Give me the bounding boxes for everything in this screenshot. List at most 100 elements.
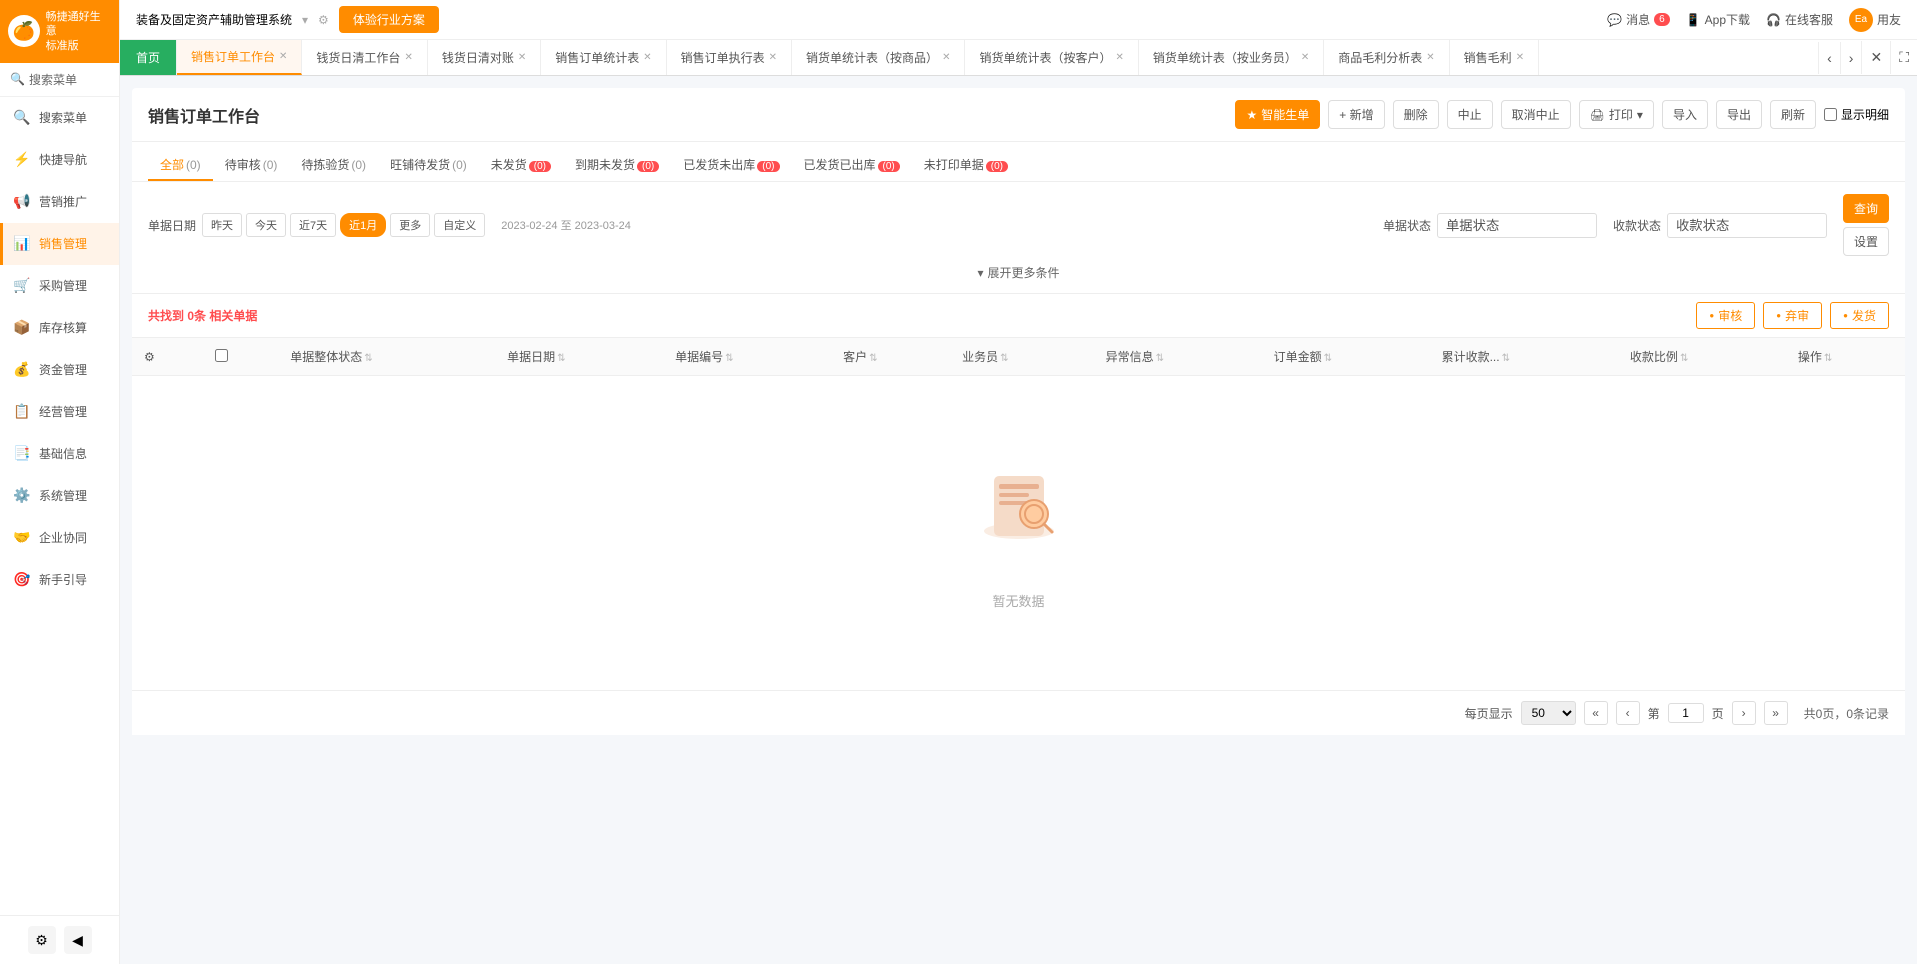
tab-fullscreen-button[interactable]: ⛶ <box>1890 41 1917 74</box>
tab-cash-reconcile[interactable]: 钱货日清对账✕ <box>428 40 541 75</box>
tab-close-icon[interactable]: ✕ <box>279 51 287 62</box>
tab-prev-button[interactable]: ‹ <box>1818 42 1840 74</box>
audit-button[interactable]: 审核 <box>1696 302 1755 329</box>
filter-tab-pending-review[interactable]: 待审核(0) <box>213 150 290 181</box>
abort-button[interactable]: 中止 <box>1447 100 1493 129</box>
sort-icon[interactable]: ⇅ <box>725 353 733 364</box>
date-btn-今天[interactable]: 今天 <box>246 213 286 237</box>
date-btn-近1月[interactable]: 近1月 <box>340 213 386 237</box>
date-btn-更多[interactable]: 更多 <box>390 213 430 237</box>
settings-col-icon[interactable]: ⚙ <box>144 350 155 364</box>
filter-tab-overdue-not-shipped[interactable]: 到期未发货(0) <box>563 150 671 181</box>
sidebar-item-quick-nav[interactable]: ⚡快捷导航 <box>0 139 119 181</box>
tab-sales-stats[interactable]: 销售订单统计表✕ <box>541 40 666 75</box>
message-button[interactable]: 💬 消息 6 <box>1607 11 1670 28</box>
date-btn-自定义[interactable]: 自定义 <box>434 213 485 237</box>
tab-close-icon[interactable]: ✕ <box>769 52 777 63</box>
filter-tab-wangpu-pending[interactable]: 旺铺待发货(0) <box>378 150 479 181</box>
sort-icon[interactable]: ⇅ <box>869 353 877 364</box>
tab-close-icon[interactable]: ✕ <box>643 52 651 63</box>
tab-cashier[interactable]: 钱货日清工作台✕ <box>302 40 427 75</box>
sidebar-item-guide[interactable]: 🎯新手引导 <box>0 559 119 601</box>
import-button[interactable]: 导入 <box>1662 100 1708 129</box>
unaudit-button[interactable]: 弃审 <box>1763 302 1822 329</box>
settings-icon[interactable]: ⚙ <box>318 13 329 27</box>
sidebar-search-item[interactable]: 🔍 搜索菜单 <box>0 63 119 97</box>
page-input[interactable] <box>1668 703 1704 723</box>
tab-close-icon[interactable]: ✕ <box>518 52 526 63</box>
tab-sales-workbench[interactable]: 销售订单工作台✕ <box>177 40 302 75</box>
filter-tab-shipped-out[interactable]: 已发货已出库(0) <box>792 150 912 181</box>
tab-close-icon[interactable]: ✕ <box>1301 52 1309 63</box>
sidebar-item-search[interactable]: 🔍搜索菜单 <box>0 97 119 139</box>
date-btn-近7天[interactable]: 近7天 <box>290 213 336 237</box>
sidebar-item-purchase[interactable]: 🛒采购管理 <box>0 265 119 307</box>
tab-close-icon[interactable]: ✕ <box>404 52 412 63</box>
tab-sales-exec[interactable]: 销售订单执行表✕ <box>667 40 792 75</box>
per-page-select[interactable]: 102050100 <box>1521 701 1576 725</box>
next-page-button[interactable]: › <box>1732 701 1756 725</box>
filter-tab-not-shipped[interactable]: 未发货(0) <box>479 150 563 181</box>
search-button[interactable]: 查询 <box>1843 194 1889 223</box>
sort-icon[interactable]: ⇅ <box>364 353 372 364</box>
sidebar-item-operations[interactable]: 📋经营管理 <box>0 391 119 433</box>
sidebar-item-inventory[interactable]: 📦库存核算 <box>0 307 119 349</box>
filter-tab-not-printed[interactable]: 未打印单据(0) <box>912 150 1020 181</box>
sidebar-item-enterprise[interactable]: 🤝企业协同 <box>0 517 119 559</box>
filter-tab-shipped-not-out[interactable]: 已发货未出库(0) <box>671 150 791 181</box>
filter-tab-all[interactable]: 全部(0) <box>148 150 213 181</box>
sidebar-item-marketing[interactable]: 📢营销推广 <box>0 181 119 223</box>
refresh-button[interactable]: 刷新 <box>1770 100 1816 129</box>
export-button[interactable]: 导出 <box>1716 100 1762 129</box>
filter-tab-count: (0) <box>351 158 366 172</box>
sidebar-item-base-info[interactable]: 📑基础信息 <box>0 433 119 475</box>
tab-sales-by-staff[interactable]: 销货单统计表（按业务员）✕ <box>1139 40 1324 75</box>
sort-icon[interactable]: ⇅ <box>1324 353 1332 364</box>
expand-filters-button[interactable]: ▾ 展开更多条件 <box>148 264 1889 281</box>
tab-close-all-button[interactable]: ✕ <box>1861 41 1890 74</box>
tab-close-icon[interactable]: ✕ <box>1516 52 1524 63</box>
prev-page-button[interactable]: ‹ <box>1616 701 1640 725</box>
select-all-checkbox[interactable] <box>215 349 228 362</box>
settings-button[interactable]: ⚙ <box>28 926 56 954</box>
tab-sales-by-customer[interactable]: 销货单统计表（按客户）✕ <box>965 40 1138 75</box>
last-page-button[interactable]: » <box>1764 701 1788 725</box>
sidebar-item-system[interactable]: ⚙️系统管理 <box>0 475 119 517</box>
sidebar-item-finance[interactable]: 💰资金管理 <box>0 349 119 391</box>
industry-plan-button[interactable]: 体验行业方案 <box>339 6 439 33</box>
tab-product-profit[interactable]: 商品毛利分析表✕ <box>1324 40 1449 75</box>
tab-sales-profit[interactable]: 销售毛利✕ <box>1450 40 1539 75</box>
collapse-button[interactable]: ◀ <box>64 926 92 954</box>
delete-button[interactable]: 删除 <box>1393 100 1439 129</box>
sort-icon[interactable]: ⇅ <box>557 353 565 364</box>
sort-icon[interactable]: ⇅ <box>1680 353 1688 364</box>
app-download-button[interactable]: 📱 App下载 <box>1686 11 1750 28</box>
online-service-button[interactable]: 🎧 在线客服 <box>1766 11 1833 28</box>
ship-button[interactable]: 发货 <box>1830 302 1889 329</box>
status-select[interactable]: 单据状态 <box>1437 213 1597 238</box>
dropdown-icon[interactable]: ▾ <box>302 13 308 27</box>
first-page-button[interactable]: « <box>1584 701 1608 725</box>
tab-next-button[interactable]: › <box>1840 42 1862 74</box>
cancel-abort-button[interactable]: 取消中止 <box>1501 100 1571 129</box>
sidebar-item-sales[interactable]: 📊销售管理 <box>0 223 119 265</box>
date-btn-昨天[interactable]: 昨天 <box>202 213 242 237</box>
sort-icon[interactable]: ⇅ <box>1824 353 1832 364</box>
print-button[interactable]: 🖨 打印 ▾ <box>1579 100 1654 129</box>
tab-sales-by-product[interactable]: 销货单统计表（按商品）✕ <box>792 40 965 75</box>
sort-icon[interactable]: ⇅ <box>1000 353 1008 364</box>
show-detail-checkbox-label[interactable]: 显示明细 <box>1824 106 1889 123</box>
tab-close-icon[interactable]: ✕ <box>1115 52 1123 63</box>
sort-icon[interactable]: ⇅ <box>1502 353 1510 364</box>
tab-close-icon[interactable]: ✕ <box>942 52 950 63</box>
show-detail-checkbox[interactable] <box>1824 108 1837 121</box>
tab-home[interactable]: 首页 <box>120 40 177 75</box>
filter-tab-pending-inspect[interactable]: 待拣验货(0) <box>289 150 378 181</box>
payment-select[interactable]: 收款状态 <box>1667 213 1827 238</box>
sort-icon[interactable]: ⇅ <box>1156 353 1164 364</box>
filter-settings-button[interactable]: 设置 <box>1843 227 1889 256</box>
smart-create-button[interactable]: ★ 智能生单 <box>1235 100 1320 129</box>
tab-close-icon[interactable]: ✕ <box>1426 52 1434 63</box>
add-button[interactable]: + 新增 <box>1328 100 1384 129</box>
user-menu[interactable]: Ea 用友 <box>1849 8 1901 32</box>
